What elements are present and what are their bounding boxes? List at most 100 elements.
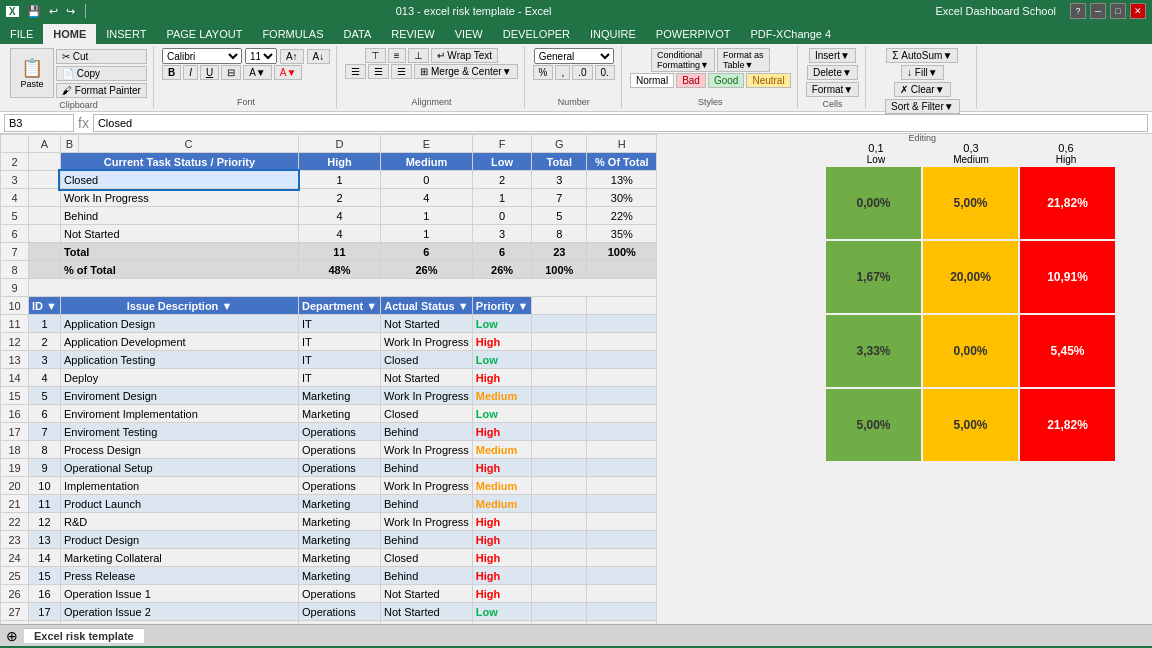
cell-d12[interactable]: IT bbox=[298, 333, 380, 351]
cell-d26[interactable]: Operations bbox=[298, 585, 380, 603]
cell-a11[interactable]: 1 bbox=[29, 315, 61, 333]
cell-b24[interactable]: Marketing Collateral bbox=[60, 549, 298, 567]
cell-f19[interactable]: High bbox=[472, 459, 531, 477]
cell-b25[interactable]: Press Release bbox=[60, 567, 298, 585]
cell-e3[interactable]: 0 bbox=[381, 171, 473, 189]
autosum-button[interactable]: Σ AutoSum▼ bbox=[886, 48, 958, 63]
cell-a26[interactable]: 16 bbox=[29, 585, 61, 603]
tab-inquire[interactable]: INQUIRE bbox=[580, 24, 646, 44]
cell-e19[interactable]: Behind bbox=[381, 459, 473, 477]
cell-b3[interactable]: Closed bbox=[60, 171, 298, 189]
fill-button[interactable]: ↓ Fill▼ bbox=[901, 65, 943, 80]
align-center-button[interactable]: ☰ bbox=[368, 64, 389, 79]
align-right-button[interactable]: ☰ bbox=[391, 64, 412, 79]
number-format-select[interactable]: General bbox=[534, 48, 614, 64]
cell-d18[interactable]: Operations bbox=[298, 441, 380, 459]
cell-f8[interactable]: 26% bbox=[472, 261, 531, 279]
cell-e6[interactable]: 1 bbox=[381, 225, 473, 243]
cell-f20[interactable]: Medium bbox=[472, 477, 531, 495]
cell-d5[interactable]: 4 bbox=[298, 207, 380, 225]
help-button[interactable]: ? bbox=[1070, 3, 1086, 19]
col-a-header[interactable]: A bbox=[29, 135, 61, 153]
cell-d7[interactable]: 11 bbox=[298, 243, 380, 261]
col-d-header[interactable]: D bbox=[298, 135, 380, 153]
cell-e18[interactable]: Work In Progress bbox=[381, 441, 473, 459]
col-f-header[interactable]: F bbox=[472, 135, 531, 153]
cell-f6[interactable]: 3 bbox=[472, 225, 531, 243]
cell-f12[interactable]: High bbox=[472, 333, 531, 351]
cell-d25[interactable]: Marketing bbox=[298, 567, 380, 585]
cell-a20[interactable]: 10 bbox=[29, 477, 61, 495]
cell-a24[interactable]: 14 bbox=[29, 549, 61, 567]
cell-f3[interactable]: 2 bbox=[472, 171, 531, 189]
tab-pdfxchange[interactable]: PDF-XChange 4 bbox=[740, 24, 841, 44]
cell-e5[interactable]: 1 bbox=[381, 207, 473, 225]
align-left-button[interactable]: ☰ bbox=[345, 64, 366, 79]
cell-d6[interactable]: 4 bbox=[298, 225, 380, 243]
cell-a17[interactable]: 7 bbox=[29, 423, 61, 441]
cell-a7[interactable] bbox=[29, 243, 61, 261]
cell-a2[interactable] bbox=[29, 153, 61, 171]
align-top-button[interactable]: ⊤ bbox=[365, 48, 386, 63]
tab-powerpivot[interactable]: POWERPIVOT bbox=[646, 24, 741, 44]
cell-f17[interactable]: High bbox=[472, 423, 531, 441]
bad-style[interactable]: Bad bbox=[676, 73, 706, 88]
cell-d22[interactable]: Marketing bbox=[298, 513, 380, 531]
align-bottom-button[interactable]: ⊥ bbox=[408, 48, 429, 63]
cell-e7[interactable]: 6 bbox=[381, 243, 473, 261]
fill-color-button[interactable]: A▼ bbox=[243, 65, 272, 80]
cell-e20[interactable]: Work In Progress bbox=[381, 477, 473, 495]
cell-g3[interactable]: 3 bbox=[532, 171, 587, 189]
comma-button[interactable]: , bbox=[555, 65, 570, 80]
decrease-font-button[interactable]: A↓ bbox=[307, 49, 331, 64]
cell-f14[interactable]: High bbox=[472, 369, 531, 387]
cell-e8[interactable]: 26% bbox=[381, 261, 473, 279]
wrap-text-button[interactable]: ↵ Wrap Text bbox=[431, 48, 498, 63]
cell-e10[interactable]: Actual Status ▼ bbox=[381, 297, 473, 315]
cell-f27[interactable]: Low bbox=[472, 603, 531, 621]
cell-f5[interactable]: 0 bbox=[472, 207, 531, 225]
col-g-header[interactable]: G bbox=[532, 135, 587, 153]
cell-f13[interactable]: Low bbox=[472, 351, 531, 369]
bold-button[interactable]: B bbox=[162, 65, 181, 80]
cell-d21[interactable]: Marketing bbox=[298, 495, 380, 513]
cell-a27[interactable]: 17 bbox=[29, 603, 61, 621]
cell-a21[interactable]: 11 bbox=[29, 495, 61, 513]
cell-d13[interactable]: IT bbox=[298, 351, 380, 369]
cell-a16[interactable]: 6 bbox=[29, 405, 61, 423]
cell-a3[interactable] bbox=[29, 171, 61, 189]
cell-d24[interactable]: Marketing bbox=[298, 549, 380, 567]
cell-f26[interactable]: High bbox=[472, 585, 531, 603]
cell-g6[interactable]: 8 bbox=[532, 225, 587, 243]
name-box[interactable] bbox=[4, 114, 74, 132]
close-button[interactable]: ✕ bbox=[1130, 3, 1146, 19]
cell-e26[interactable]: Not Started bbox=[381, 585, 473, 603]
increase-decimal-button[interactable]: .0 bbox=[572, 65, 592, 80]
cell-e22[interactable]: Work In Progress bbox=[381, 513, 473, 531]
col-e-header[interactable]: E bbox=[381, 135, 473, 153]
cell-h2[interactable]: % Of Total bbox=[587, 153, 657, 171]
copy-button[interactable]: 📄 Copy bbox=[56, 66, 147, 81]
cell-g4[interactable]: 7 bbox=[532, 189, 587, 207]
quick-access-save[interactable]: 💾 bbox=[27, 5, 41, 18]
tab-formulas[interactable]: FORMULAS bbox=[252, 24, 333, 44]
cell-e4[interactable]: 4 bbox=[381, 189, 473, 207]
col-b-header[interactable]: B bbox=[60, 135, 78, 153]
cell-d17[interactable]: Operations bbox=[298, 423, 380, 441]
cell-b23[interactable]: Product Design bbox=[60, 531, 298, 549]
cell-h5[interactable]: 22% bbox=[587, 207, 657, 225]
cell-f18[interactable]: Medium bbox=[472, 441, 531, 459]
font-name-select[interactable]: Calibri bbox=[162, 48, 242, 64]
cell-a5[interactable] bbox=[29, 207, 61, 225]
cell-e24[interactable]: Closed bbox=[381, 549, 473, 567]
cell-a15[interactable]: 5 bbox=[29, 387, 61, 405]
cell-b26[interactable]: Operation Issue 1 bbox=[60, 585, 298, 603]
cell-b2[interactable]: Current Task Status / Priority bbox=[60, 153, 298, 171]
cell-b21[interactable]: Product Launch bbox=[60, 495, 298, 513]
delete-button[interactable]: Delete▼ bbox=[807, 65, 858, 80]
cell-e13[interactable]: Closed bbox=[381, 351, 473, 369]
cell-d19[interactable]: Operations bbox=[298, 459, 380, 477]
tab-home[interactable]: HOME bbox=[43, 24, 96, 44]
cell-d23[interactable]: Marketing bbox=[298, 531, 380, 549]
cell-d10[interactable]: Department ▼ bbox=[298, 297, 380, 315]
